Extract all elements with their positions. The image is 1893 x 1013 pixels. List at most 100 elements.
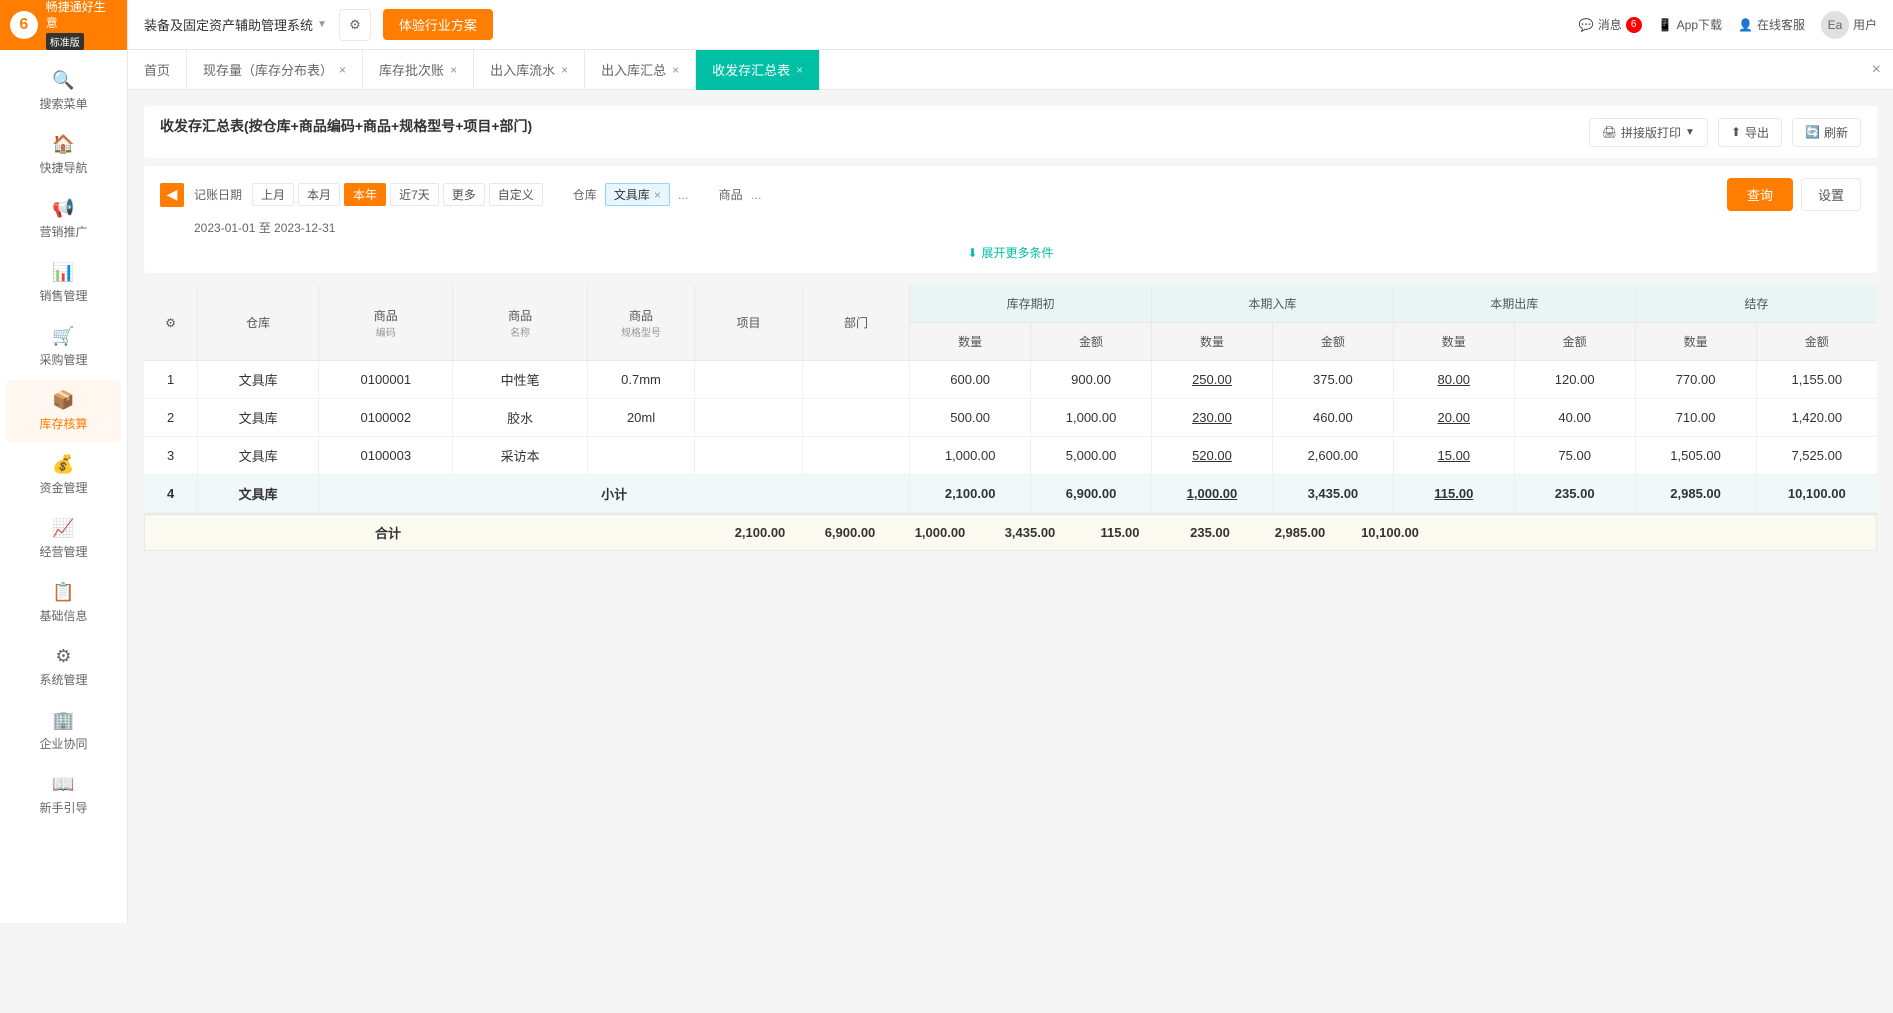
row1-out-qty[interactable]: 80.00 xyxy=(1393,361,1514,399)
sidebar-label-marketing: 营销推广 xyxy=(39,223,87,240)
tab-summary-close[interactable]: × xyxy=(672,63,679,77)
tab-home[interactable]: 首页 xyxy=(128,50,187,90)
message-button[interactable]: 💬 消息 6 xyxy=(1579,16,1642,33)
subtotal-no: 4 xyxy=(144,475,198,513)
sidebar-item-sales[interactable]: 📊 销售管理 xyxy=(6,252,121,314)
date-btn-last-month[interactable]: 上月 xyxy=(252,183,294,206)
filter-collapse-button[interactable]: ◀ xyxy=(160,183,184,207)
export-button[interactable]: ⬆ 导出 xyxy=(1718,118,1782,147)
sidebar-item-search[interactable]: 🔍 搜索菜单 xyxy=(6,60,121,122)
table-settings-col[interactable]: ⚙ xyxy=(144,285,198,361)
building-icon: 🏢 xyxy=(52,710,74,731)
row1-code: 0100001 xyxy=(319,361,453,399)
warehouse-more-dots[interactable]: ... xyxy=(678,187,689,202)
tab-home-label: 首页 xyxy=(144,60,170,79)
tab-stock-dist[interactable]: 现存量（库存分布表） × xyxy=(187,50,363,90)
tab-recv-summary[interactable]: 收发存汇总表 × xyxy=(696,50,820,90)
expand-icon: ⬇ xyxy=(967,246,977,260)
tab-flow-close[interactable]: × xyxy=(561,63,568,77)
row3-project xyxy=(695,437,802,475)
tab-summary[interactable]: 出入库汇总 × xyxy=(585,50,696,90)
date-btn-7days[interactable]: 近7天 xyxy=(390,183,439,206)
sidebar-item-operation[interactable]: 📈 经营管理 xyxy=(6,508,121,570)
sidebar-item-marketing[interactable]: 📢 营销推广 xyxy=(6,188,121,250)
row2-out-qty[interactable]: 20.00 xyxy=(1393,399,1514,437)
sidebar-item-finance[interactable]: 💰 资金管理 xyxy=(6,444,121,506)
book-icon: 📖 xyxy=(52,774,74,795)
tabbar-close-all[interactable]: × xyxy=(1860,61,1893,79)
date-btn-this-year[interactable]: 本年 xyxy=(344,183,386,206)
date-range-text: 2023-01-01 至 2023-12-31 xyxy=(194,219,335,236)
total-open-qty: 2,100.00 xyxy=(715,525,805,540)
settings-button[interactable]: ⚙ xyxy=(339,9,371,41)
trend-icon: 📈 xyxy=(52,518,74,539)
total-bal-amt: 10,100.00 xyxy=(1345,525,1435,540)
user-menu-button[interactable]: Ea 用户 xyxy=(1821,11,1877,39)
row3-bal-qty: 1,505.00 xyxy=(1635,437,1756,475)
subtotal-name: 小计 xyxy=(319,475,910,513)
total-open-amt: 6,900.00 xyxy=(805,525,895,540)
sidebar-logo[interactable]: 6 畅捷通好生意 标准版 xyxy=(0,0,127,50)
sidebar-item-purchase[interactable]: 🛒 采购管理 xyxy=(6,316,121,378)
subtotal-open-amt: 6,900.00 xyxy=(1031,475,1152,513)
sidebar-item-quick[interactable]: 🏠 快捷导航 xyxy=(6,124,121,186)
query-button[interactable]: 查询 xyxy=(1727,178,1793,211)
date-filter-label: 记账日期 xyxy=(194,186,242,203)
tab-batch[interactable]: 库存批次账 × xyxy=(363,50,474,90)
chart-icon: 📊 xyxy=(52,262,74,283)
message-badge: 6 xyxy=(1626,17,1642,33)
subtotal-in-amt: 3,435.00 xyxy=(1272,475,1393,513)
data-table-container: ⚙ 仓库 商品编码 商品名称 商品规格型号 项目 部门 库存期初 本期入库 本期… xyxy=(144,285,1877,513)
sidebar-label-sales: 销售管理 xyxy=(39,287,87,304)
filter-settings-button[interactable]: 设置 xyxy=(1801,178,1861,211)
tab-recv-summary-close[interactable]: × xyxy=(796,63,803,77)
tab-flow[interactable]: 出入库流水 × xyxy=(474,50,585,90)
sidebar-nav: 🔍 搜索菜单 🏠 快捷导航 📢 营销推广 📊 销售管理 🛒 采购管理 📦 库存核… xyxy=(0,50,127,923)
row3-dept xyxy=(802,437,909,475)
sidebar-item-system[interactable]: ⚙ 系统管理 xyxy=(6,636,121,698)
expand-label: 展开更多条件 xyxy=(982,244,1054,261)
date-btn-custom[interactable]: 自定义 xyxy=(489,183,543,206)
subtotal-bal-amt: 10,100.00 xyxy=(1756,475,1877,513)
row3-in-qty[interactable]: 520.00 xyxy=(1152,437,1273,475)
row2-in-qty[interactable]: 230.00 xyxy=(1152,399,1273,437)
col-bal-qty: 数量 xyxy=(1635,323,1756,361)
system-title-dropdown[interactable]: 装备及固定资产辅助管理系统 ▼ xyxy=(144,15,327,34)
row2-project xyxy=(695,399,802,437)
col-out-qty: 数量 xyxy=(1393,323,1514,361)
sidebar-item-corp[interactable]: 🏢 企业协同 xyxy=(6,700,121,762)
tab-summary-label: 出入库汇总 xyxy=(601,60,666,79)
goods-more-dots[interactable]: ... xyxy=(751,187,762,202)
app-name: 畅捷通好生意 xyxy=(46,0,117,31)
sidebar-item-newbie[interactable]: 📖 新手引导 xyxy=(6,764,121,826)
subtotal-out-qty[interactable]: 115.00 xyxy=(1393,475,1514,513)
row3-out-qty[interactable]: 15.00 xyxy=(1393,437,1514,475)
avatar: Ea xyxy=(1821,11,1849,39)
expand-conditions-button[interactable]: ⬇ 展开更多条件 xyxy=(967,244,1053,261)
tab-batch-close[interactable]: × xyxy=(450,63,457,77)
tab-stock-dist-close[interactable]: × xyxy=(339,63,346,77)
row1-out-amt: 120.00 xyxy=(1514,361,1635,399)
print-button[interactable]: 🖨 拼接版打印 ▼ xyxy=(1589,118,1708,147)
user-label: 用户 xyxy=(1853,16,1877,33)
row2-open-qty: 500.00 xyxy=(910,399,1031,437)
row3-in-amt: 2,600.00 xyxy=(1272,437,1393,475)
cart-icon: 🛒 xyxy=(52,326,74,347)
subtotal-in-qty[interactable]: 1,000.00 xyxy=(1152,475,1273,513)
sidebar-label-operation: 经营管理 xyxy=(39,543,87,560)
sidebar-label-quick: 快捷导航 xyxy=(39,159,87,176)
sidebar-item-inventory[interactable]: 📦 库存核算 xyxy=(6,380,121,442)
date-btn-more[interactable]: 更多 xyxy=(443,183,485,206)
app-download-button[interactable]: 📱 App下载 xyxy=(1658,16,1722,33)
warehouse-tag-remove[interactable]: × xyxy=(654,188,661,202)
trial-button[interactable]: 体验行业方案 xyxy=(383,9,493,40)
sidebar-item-basic[interactable]: 📋 基础信息 xyxy=(6,572,121,634)
online-service-button[interactable]: 👤 在线客服 xyxy=(1738,16,1805,33)
col-bal-amt: 金额 xyxy=(1756,323,1877,361)
refresh-button[interactable]: 🔄 刷新 xyxy=(1792,118,1861,147)
row2-no: 2 xyxy=(144,399,198,437)
col-group-in: 本期入库 xyxy=(1152,285,1394,323)
date-btn-this-month[interactable]: 本月 xyxy=(298,183,340,206)
warehouse-filter-label: 仓库 xyxy=(573,186,597,203)
row1-in-qty[interactable]: 250.00 xyxy=(1152,361,1273,399)
